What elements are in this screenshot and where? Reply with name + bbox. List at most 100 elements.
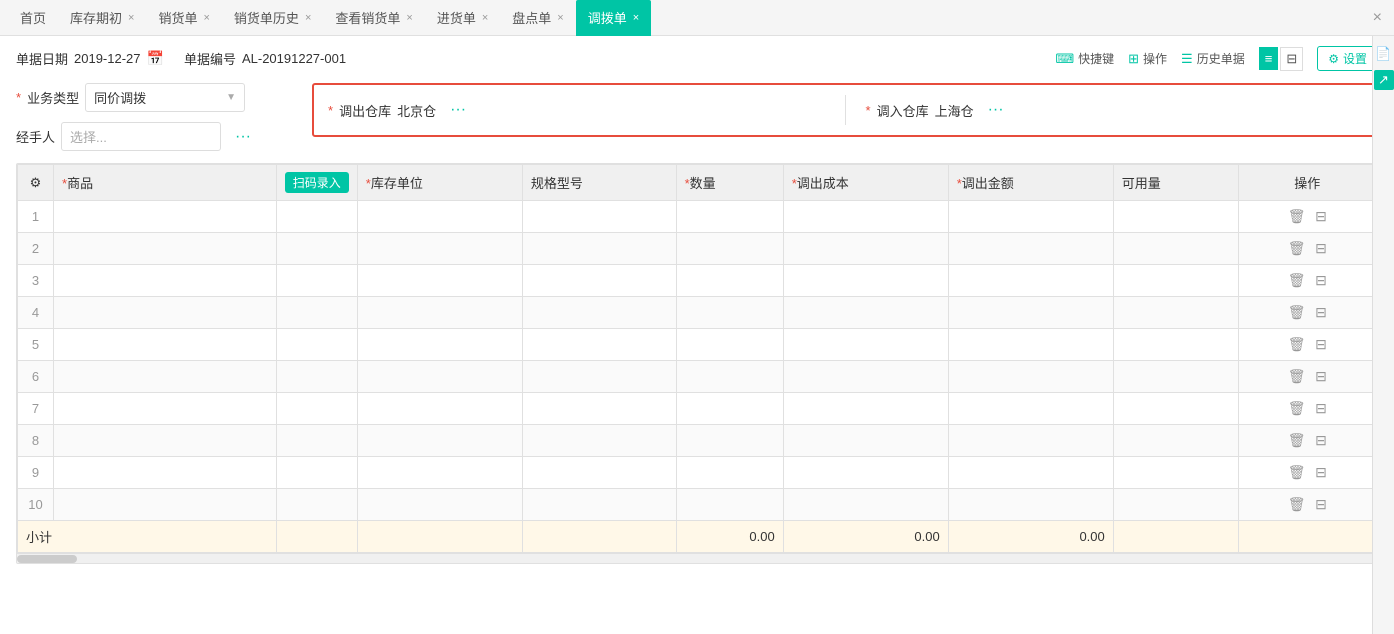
tab-transfer[interactable]: 调拨单 × [576,0,651,36]
handler-more-icon[interactable]: ··· [235,128,251,146]
in-warehouse-more-icon[interactable]: ··· [988,101,1004,119]
delete-btn-3[interactable]: 🗑 [1285,272,1309,289]
delete-btn-4[interactable]: 🗑 [1285,304,1309,321]
business-type-select[interactable]: 同价调拨 ▼ [85,83,245,112]
cell-product-6[interactable] [54,361,277,393]
cell-qty-4[interactable] [676,297,783,329]
tab-sales-history[interactable]: 销货单历史 × [222,0,323,36]
tab-view-sales[interactable]: 查看销货单 × [323,0,424,36]
cell-cost-10[interactable] [783,489,948,521]
cell-qty-3[interactable] [676,265,783,297]
cell-unit-4[interactable] [357,297,522,329]
close-icon-inventory-check[interactable]: × [557,12,563,24]
delete-btn-1[interactable]: 🗑 [1285,208,1309,225]
cell-cost-3[interactable] [783,265,948,297]
cell-unit-8[interactable] [357,425,522,457]
cell-product-7[interactable] [54,393,277,425]
copy-btn-3[interactable]: ⊟ [1312,272,1330,289]
cell-cost-7[interactable] [783,393,948,425]
cell-amount-9[interactable] [948,457,1113,489]
cell-amount-8[interactable] [948,425,1113,457]
cell-spec-7[interactable] [522,393,676,425]
cell-qty-9[interactable] [676,457,783,489]
tab-purchase[interactable]: 进货单 × [425,0,500,36]
cell-spec-1[interactable] [522,201,676,233]
close-icon-purchase[interactable]: × [482,12,488,24]
cell-product-5[interactable] [54,329,277,361]
window-close-icon[interactable]: × [1373,9,1382,27]
close-icon-view-sales[interactable]: × [406,12,412,24]
cell-amount-1[interactable] [948,201,1113,233]
cell-unit-10[interactable] [357,489,522,521]
tab-inventory-check[interactable]: 盘点单 × [500,0,575,36]
cell-amount-2[interactable] [948,233,1113,265]
cell-unit-1[interactable] [357,201,522,233]
cell-qty-6[interactable] [676,361,783,393]
delete-btn-10[interactable]: 🗑 [1285,496,1309,513]
scan-button[interactable]: 扫码录入 [285,172,349,193]
cell-spec-2[interactable] [522,233,676,265]
cell-unit-6[interactable] [357,361,522,393]
cell-product-4[interactable] [54,297,277,329]
col-gear[interactable]: ⚙ [18,165,54,201]
cell-product-2[interactable] [54,233,277,265]
setting-button[interactable]: ⚙ 设置 [1317,46,1378,71]
cell-unit-9[interactable] [357,457,522,489]
handler-select[interactable]: 选择... [61,122,221,151]
sidebar-doc-icon[interactable]: 📄 [1374,44,1394,64]
close-icon-transfer[interactable]: × [633,12,639,24]
operations-action[interactable]: ⊞ 操作 [1128,50,1167,67]
copy-btn-7[interactable]: ⊟ [1312,400,1330,417]
tab-home[interactable]: 首页 [8,0,58,36]
cell-product-10[interactable] [54,489,277,521]
cell-cost-9[interactable] [783,457,948,489]
delete-btn-6[interactable]: 🗑 [1285,368,1309,385]
cell-amount-5[interactable] [948,329,1113,361]
cell-cost-2[interactable] [783,233,948,265]
copy-btn-5[interactable]: ⊟ [1312,336,1330,353]
cell-product-9[interactable] [54,457,277,489]
copy-btn-9[interactable]: ⊟ [1312,464,1330,481]
copy-btn-8[interactable]: ⊟ [1312,432,1330,449]
cell-cost-6[interactable] [783,361,948,393]
delete-btn-8[interactable]: 🗑 [1285,432,1309,449]
delete-btn-2[interactable]: 🗑 [1285,240,1309,257]
cell-amount-4[interactable] [948,297,1113,329]
cell-qty-2[interactable] [676,233,783,265]
copy-btn-4[interactable]: ⊟ [1312,304,1330,321]
out-warehouse-more-icon[interactable]: ··· [450,101,466,119]
cell-cost-8[interactable] [783,425,948,457]
cell-cost-1[interactable] [783,201,948,233]
cell-qty-7[interactable] [676,393,783,425]
cell-product-8[interactable] [54,425,277,457]
close-icon-inventory-init[interactable]: × [128,12,134,24]
horizontal-scrollbar[interactable] [17,553,1377,563]
view-list-btn[interactable]: ≡ [1259,47,1279,70]
h-scroll-thumb[interactable] [17,555,77,563]
history-action[interactable]: ☰ 历史单据 [1181,50,1245,67]
delete-btn-5[interactable]: 🗑 [1285,336,1309,353]
calendar-icon[interactable]: 📅 [147,50,164,67]
tab-inventory-init[interactable]: 库存期初 × [58,0,146,36]
cell-unit-2[interactable] [357,233,522,265]
view-grid-btn[interactable]: ⊟ [1280,47,1303,71]
cell-spec-10[interactable] [522,489,676,521]
cell-amount-6[interactable] [948,361,1113,393]
copy-btn-2[interactable]: ⊟ [1312,240,1330,257]
cell-product-1[interactable] [54,201,277,233]
cell-spec-4[interactable] [522,297,676,329]
cell-unit-5[interactable] [357,329,522,361]
cell-spec-6[interactable] [522,361,676,393]
copy-btn-6[interactable]: ⊟ [1312,368,1330,385]
cell-spec-8[interactable] [522,425,676,457]
shortcuts-action[interactable]: ⌨ 快捷键 [1055,50,1114,67]
cell-qty-1[interactable] [676,201,783,233]
table-scroll-area[interactable]: ⚙ *商品 扫码录入 *库存单位 规格型号 *数量 [17,164,1377,553]
date-value[interactable]: 2019-12-27 [74,51,141,66]
copy-btn-1[interactable]: ⊟ [1312,208,1330,225]
tab-sales-order[interactable]: 销货单 × [146,0,221,36]
delete-btn-7[interactable]: 🗑 [1285,400,1309,417]
cell-product-3[interactable] [54,265,277,297]
cell-qty-5[interactable] [676,329,783,361]
close-icon-sales-order[interactable]: × [203,12,209,24]
